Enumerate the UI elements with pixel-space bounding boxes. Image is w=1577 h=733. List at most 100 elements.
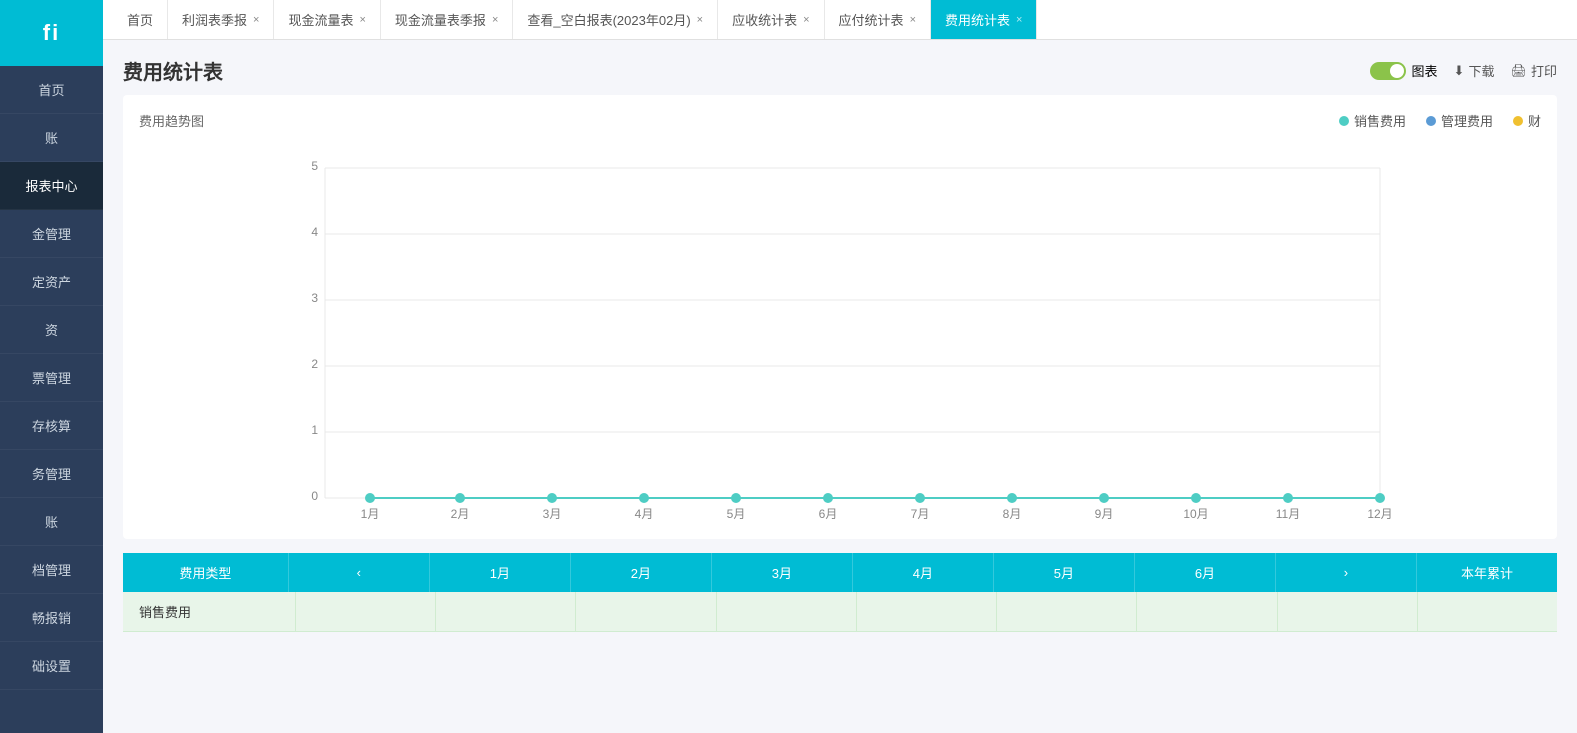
th-ytd: 本年累计 [1417, 553, 1557, 592]
sidebar-item-service-mgmt[interactable]: 务管理 [0, 450, 103, 498]
tab-cashflow[interactable]: 现金流量表 × [274, 0, 380, 39]
tab-close-payable[interactable]: × [910, 14, 916, 26]
td-m6 [997, 592, 1137, 631]
svg-text:5月: 5月 [727, 507, 746, 520]
table-header-row: 费用类型 ‹ 1月 2月 3月 4月 5月 [123, 553, 1557, 592]
download-icon: ⬇ [1454, 63, 1465, 79]
td-expense-type: 销售费用 [123, 592, 296, 631]
sidebar-item-sales[interactable]: 畅报销 [0, 594, 103, 642]
tab-blank-report[interactable]: 查看_空白报表(2023年02月) × [513, 0, 718, 39]
svg-text:1: 1 [311, 423, 318, 437]
legend-finance-expense: 财 [1513, 111, 1541, 130]
chart-toggle[interactable] [1370, 62, 1406, 80]
trend-chart-svg: 5 4 3 2 1 0 [139, 140, 1541, 520]
table-row: 销售费用 [123, 592, 1557, 632]
th-month1: 1月 [430, 553, 571, 592]
th-month5: 5月 [994, 553, 1135, 592]
chart-title: 费用趋势图 [139, 111, 204, 130]
tab-profit-quarterly[interactable]: 利润表季报 × [168, 0, 274, 39]
svg-text:11月: 11月 [1276, 507, 1300, 520]
td-m1 [296, 592, 436, 631]
print-button[interactable]: 🖨 打印 [1510, 61, 1557, 80]
svg-text:5: 5 [311, 159, 318, 173]
prev-arrow-icon[interactable]: ‹ [357, 565, 361, 580]
svg-text:1月: 1月 [361, 507, 380, 520]
tab-receivable[interactable]: 应收统计表 × [718, 0, 824, 39]
chart-toggle-label: 图表 [1412, 61, 1438, 80]
chart-header: 费用趋势图 销售费用 管理费用 财 [139, 111, 1541, 130]
sidebar-item-fixed-assets[interactable]: 定资产 [0, 258, 103, 306]
legend-dot-sales [1339, 116, 1349, 126]
th-month4: 4月 [853, 553, 994, 592]
header-actions: 图表 ⬇ 下载 🖨 打印 [1370, 61, 1557, 80]
td-m5 [857, 592, 997, 631]
legend-dot-finance [1513, 116, 1523, 126]
chart-dot [823, 493, 833, 503]
tab-close-cashflow-quarterly[interactable]: × [492, 14, 498, 26]
td-ytd [1278, 592, 1418, 631]
td-extra [1418, 592, 1557, 631]
td-m7 [1137, 592, 1277, 631]
svg-text:0: 0 [311, 489, 318, 503]
svg-text:12月: 12月 [1367, 507, 1392, 520]
sidebar-item-stock-calc[interactable]: 存核算 [0, 402, 103, 450]
tab-payable[interactable]: 应付统计表 × [825, 0, 931, 39]
svg-text:3月: 3月 [543, 507, 562, 520]
chart-dot [639, 493, 649, 503]
next-arrow-icon[interactable]: › [1344, 565, 1348, 580]
expense-table: 费用类型 ‹ 1月 2月 3月 4月 5月 [123, 553, 1557, 632]
chart-legend: 销售费用 管理费用 财 [1339, 111, 1541, 130]
td-m4 [717, 592, 857, 631]
tab-close-cashflow[interactable]: × [359, 14, 365, 26]
sidebar-item-ledger[interactable]: 账 [0, 114, 103, 162]
th-prev[interactable]: ‹ [289, 553, 430, 592]
chart-dot [1099, 493, 1109, 503]
sidebar-item-fund-mgmt[interactable]: 金管理 [0, 210, 103, 258]
sidebar-item-home[interactable]: 首页 [0, 66, 103, 114]
app-logo: fi [0, 0, 103, 66]
sidebar-item-invoice-mgmt[interactable]: 票管理 [0, 354, 103, 402]
tab-cashflow-quarterly[interactable]: 现金流量表季报 × [381, 0, 513, 39]
page-header: 费用统计表 图表 ⬇ 下载 🖨 打印 [103, 40, 1577, 95]
chart-dot [365, 493, 375, 503]
tab-close-receivable[interactable]: × [803, 14, 809, 26]
chart-dot [1007, 493, 1017, 503]
th-month6: 6月 [1135, 553, 1276, 592]
sidebar-item-capital[interactable]: 资 [0, 306, 103, 354]
page-title: 费用统计表 [123, 56, 223, 85]
td-m2 [436, 592, 576, 631]
tab-home[interactable]: 首页 [113, 0, 168, 39]
svg-text:9月: 9月 [1095, 507, 1114, 520]
svg-text:2: 2 [311, 357, 318, 371]
chart-dot [1375, 493, 1385, 503]
chart-dot [1283, 493, 1293, 503]
tab-expense[interactable]: 费用统计表 × [931, 0, 1037, 39]
tab-close-profit-quarterly[interactable]: × [253, 14, 259, 26]
tab-close-blank-report[interactable]: × [697, 14, 703, 26]
svg-text:6月: 6月 [819, 507, 838, 520]
th-expense-type: 费用类型 [123, 553, 289, 592]
sidebar-item-report-center[interactable]: 报表中心 [0, 162, 103, 210]
svg-text:4月: 4月 [635, 507, 654, 520]
main-area: 首页 利润表季报 × 现金流量表 × 现金流量表季报 × 查看_空白报表(202… [103, 0, 1577, 733]
page-content: 费用统计表 图表 ⬇ 下载 🖨 打印 费用趋势图 [103, 40, 1577, 733]
sidebar-item-account[interactable]: 账 [0, 498, 103, 546]
chart-dot [547, 493, 557, 503]
chart-area: 费用趋势图 销售费用 管理费用 财 [123, 95, 1557, 539]
th-next[interactable]: › [1276, 553, 1417, 592]
tab-close-expense[interactable]: × [1016, 14, 1022, 26]
legend-sales-expense: 销售费用 [1339, 111, 1406, 130]
svg-text:4: 4 [311, 225, 318, 239]
svg-text:8月: 8月 [1003, 507, 1022, 520]
sidebar-item-file-mgmt[interactable]: 档管理 [0, 546, 103, 594]
download-button[interactable]: ⬇ 下载 [1454, 61, 1495, 80]
chart-svg-container: 5 4 3 2 1 0 [139, 140, 1541, 523]
print-icon: 🖨 [1510, 63, 1527, 79]
legend-dot-mgmt [1426, 116, 1436, 126]
th-month2: 2月 [571, 553, 712, 592]
sidebar-item-base-settings[interactable]: 础设置 [0, 642, 103, 690]
chart-dot [1191, 493, 1201, 503]
sidebar: fi 首页 账 报表中心 金管理 定资产 资 票管理 存核算 务管理 账 档管理… [0, 0, 103, 733]
th-month3: 3月 [712, 553, 853, 592]
chart-toggle-wrap: 图表 [1370, 61, 1438, 80]
